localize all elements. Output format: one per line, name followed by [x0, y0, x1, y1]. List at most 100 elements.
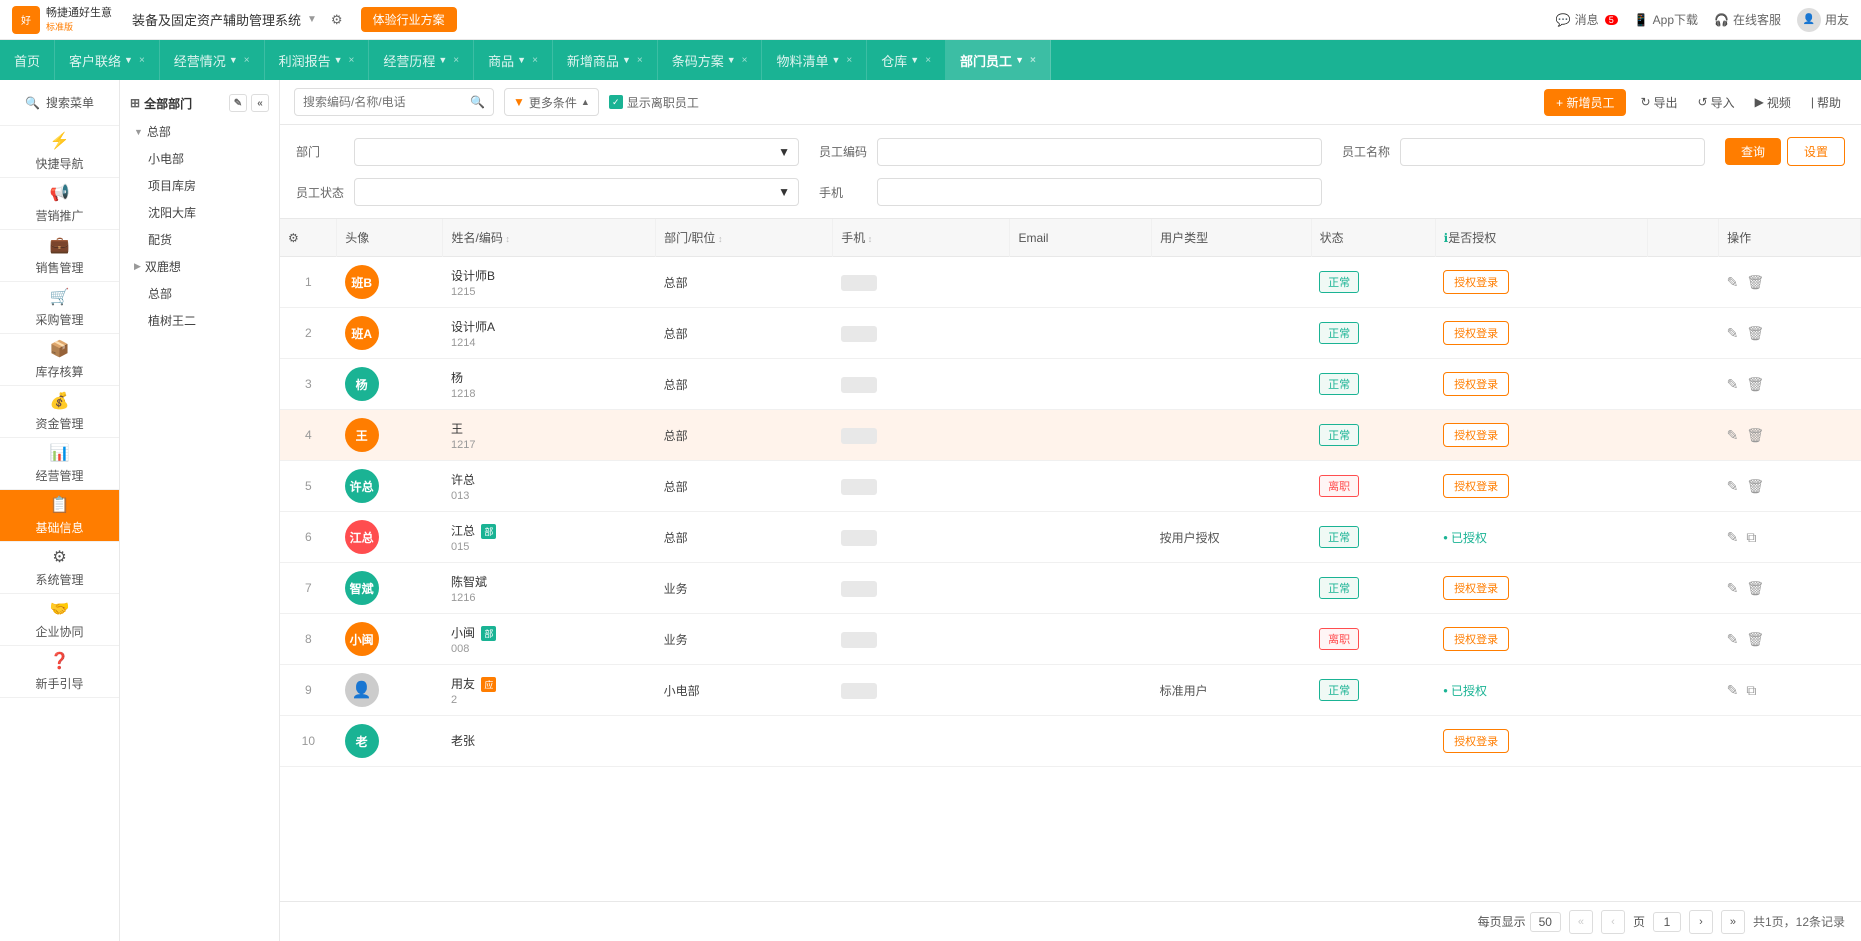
edit-icon[interactable]: ✎ — [1727, 325, 1739, 342]
add-employee-button[interactable]: + 新增员工 — [1544, 89, 1626, 116]
dept-node-shuanglu[interactable]: ▶ 双鹿想 — [120, 253, 279, 280]
edit-icon[interactable]: ✎ — [1727, 529, 1739, 546]
tab-close-icon[interactable]: × — [139, 55, 145, 66]
per-page-value[interactable]: 50 — [1530, 912, 1561, 932]
phone-filter-input[interactable] — [877, 178, 1322, 206]
message-item[interactable]: 💬 消息 5 — [1556, 11, 1618, 28]
delete-icon[interactable]: 🗑 — [1746, 274, 1764, 291]
tab-close-icon[interactable]: × — [846, 55, 852, 66]
search-input-wrap[interactable]: 🔍 — [294, 88, 494, 116]
dept-node-distribution[interactable]: 配货 — [120, 226, 279, 253]
search-icon[interactable]: 🔍 — [470, 95, 485, 109]
dept-edit-icon[interactable]: ✎ — [229, 94, 247, 112]
tab-barcode[interactable]: 条码方案 ▼ × — [658, 40, 763, 80]
auth-login-button[interactable]: 授权登录 — [1443, 423, 1509, 447]
auth-login-button[interactable]: 授权登录 — [1443, 627, 1509, 651]
auth-login-button[interactable]: 授权登录 — [1443, 321, 1509, 345]
tab-department[interactable]: 部门员工 ▼ × — [946, 40, 1051, 80]
tab-home[interactable]: 首页 — [0, 40, 55, 80]
export-button[interactable]: ↻ 导出 — [1634, 94, 1683, 111]
query-button[interactable]: 查询 — [1725, 138, 1781, 165]
emp-name-filter-input[interactable] — [1400, 138, 1705, 166]
tab-history[interactable]: 经营历程 ▼ × — [369, 40, 474, 80]
tab-operation[interactable]: 经营情况 ▼ × — [160, 40, 265, 80]
app-download-item[interactable]: 📱 App下载 — [1634, 11, 1698, 28]
sidebar-item-operations[interactable]: 📊 经营管理 — [0, 438, 119, 490]
trial-button[interactable]: 体验行业方案 — [361, 7, 457, 32]
auth-login-button[interactable]: 授权登录 — [1443, 474, 1509, 498]
copy-icon[interactable]: ⧉ — [1746, 682, 1756, 699]
tab-close-icon[interactable]: × — [244, 55, 250, 66]
edit-icon[interactable]: ✎ — [1727, 580, 1739, 597]
th-dept-position[interactable]: 部门/职位 — [656, 219, 833, 257]
dept-node-head[interactable]: ▼ 总部 — [120, 118, 279, 145]
sidebar-item-basic[interactable]: 📋 基础信息 — [0, 490, 119, 542]
tab-close-icon[interactable]: × — [349, 55, 355, 66]
tab-new-goods[interactable]: 新增商品 ▼ × — [553, 40, 658, 80]
settings-icon[interactable]: ⚙ — [331, 12, 343, 28]
auth-login-button[interactable]: 授权登录 — [1443, 270, 1509, 294]
auth-login-button[interactable]: 授权登录 — [1443, 729, 1509, 753]
sidebar-item-search[interactable]: 🔍 搜索菜单 — [0, 80, 119, 126]
dept-node-zhishu[interactable]: 植树王二 — [120, 307, 279, 334]
first-page-button[interactable]: « — [1569, 910, 1593, 934]
edit-icon[interactable]: ✎ — [1727, 376, 1739, 393]
sidebar-item-sales[interactable]: 💼 销售管理 — [0, 230, 119, 282]
dept-node-project[interactable]: 项目库房 — [120, 172, 279, 199]
edit-icon[interactable]: ✎ — [1727, 631, 1739, 648]
tab-close-icon[interactable]: × — [1030, 55, 1036, 66]
tab-customer[interactable]: 客户联络 ▼ × — [55, 40, 160, 80]
view-button[interactable]: ▶ 视频 — [1749, 94, 1797, 111]
prev-page-button[interactable]: ‹ — [1601, 910, 1625, 934]
emp-code-filter-input[interactable] — [877, 138, 1322, 166]
tab-close-icon[interactable]: × — [742, 55, 748, 66]
sidebar-item-quicknav[interactable]: ⚡ 快捷导航 — [0, 126, 119, 178]
edit-icon[interactable]: ✎ — [1727, 682, 1739, 699]
edit-icon[interactable]: ✎ — [1727, 274, 1739, 291]
dropdown-arrow-icon[interactable]: ▼ — [307, 14, 317, 25]
delete-icon[interactable]: 🗑 — [1746, 580, 1764, 597]
delete-icon[interactable]: 🗑 — [1746, 427, 1764, 444]
import-button[interactable]: ↺ 导入 — [1692, 94, 1741, 111]
dept-node-zongbu[interactable]: 总部 — [120, 280, 279, 307]
auth-login-button[interactable]: 授权登录 — [1443, 576, 1509, 600]
delete-icon[interactable]: 🗑 — [1746, 376, 1764, 393]
setting-button[interactable]: 设置 — [1787, 137, 1845, 166]
next-page-button[interactable]: › — [1689, 910, 1713, 934]
edit-icon[interactable]: ✎ — [1727, 478, 1739, 495]
th-settings[interactable]: ⚙ — [280, 219, 337, 257]
last-page-button[interactable]: » — [1721, 910, 1745, 934]
dept-node-xiaodian[interactable]: 小电部 — [120, 145, 279, 172]
edit-icon[interactable]: ✎ — [1727, 427, 1739, 444]
delete-icon[interactable]: 🗑 — [1746, 631, 1764, 648]
sidebar-item-system[interactable]: ⚙ 系统管理 — [0, 542, 119, 594]
tab-close-icon[interactable]: × — [532, 55, 538, 66]
dept-filter-select[interactable]: ▼ — [354, 138, 799, 166]
help-button[interactable]: | 帮助 — [1805, 94, 1847, 111]
tab-warehouse[interactable]: 仓库 ▼ × — [867, 40, 946, 80]
tab-close-icon[interactable]: × — [637, 55, 643, 66]
search-input[interactable] — [303, 95, 470, 109]
delete-icon[interactable]: 🗑 — [1746, 325, 1764, 342]
current-page-input[interactable]: 1 — [1653, 912, 1681, 932]
auth-login-button[interactable]: 授权登录 — [1443, 372, 1509, 396]
user-item[interactable]: 👤 用友 — [1797, 8, 1849, 32]
th-phone[interactable]: 手机 — [833, 219, 1010, 257]
th-name-code[interactable]: 姓名/编码 — [443, 219, 656, 257]
show-resign-toggle[interactable]: ✓ 显示离职员工 — [609, 94, 699, 111]
tab-goods[interactable]: 商品 ▼ × — [474, 40, 553, 80]
filter-more-button[interactable]: ▼ 更多条件 ▲ — [504, 88, 599, 116]
sidebar-item-inventory[interactable]: 📦 库存核算 — [0, 334, 119, 386]
dept-collapse-icon[interactable]: « — [251, 94, 269, 112]
tab-profit[interactable]: 利润报告 ▼ × — [265, 40, 370, 80]
copy-icon[interactable]: ⧉ — [1746, 529, 1756, 546]
online-service-item[interactable]: 🎧 在线客服 — [1714, 11, 1781, 28]
tab-close-icon[interactable]: × — [925, 55, 931, 66]
sidebar-item-purchase[interactable]: 🛒 采购管理 — [0, 282, 119, 334]
sidebar-item-collab[interactable]: 🤝 企业协同 — [0, 594, 119, 646]
dept-node-shenyang[interactable]: 沈阳大库 — [120, 199, 279, 226]
tab-bom[interactable]: 物料清单 ▼ × — [762, 40, 867, 80]
tab-close-icon[interactable]: × — [453, 55, 459, 66]
sidebar-item-guide[interactable]: ❓ 新手引导 — [0, 646, 119, 698]
sidebar-item-finance[interactable]: 💰 资金管理 — [0, 386, 119, 438]
